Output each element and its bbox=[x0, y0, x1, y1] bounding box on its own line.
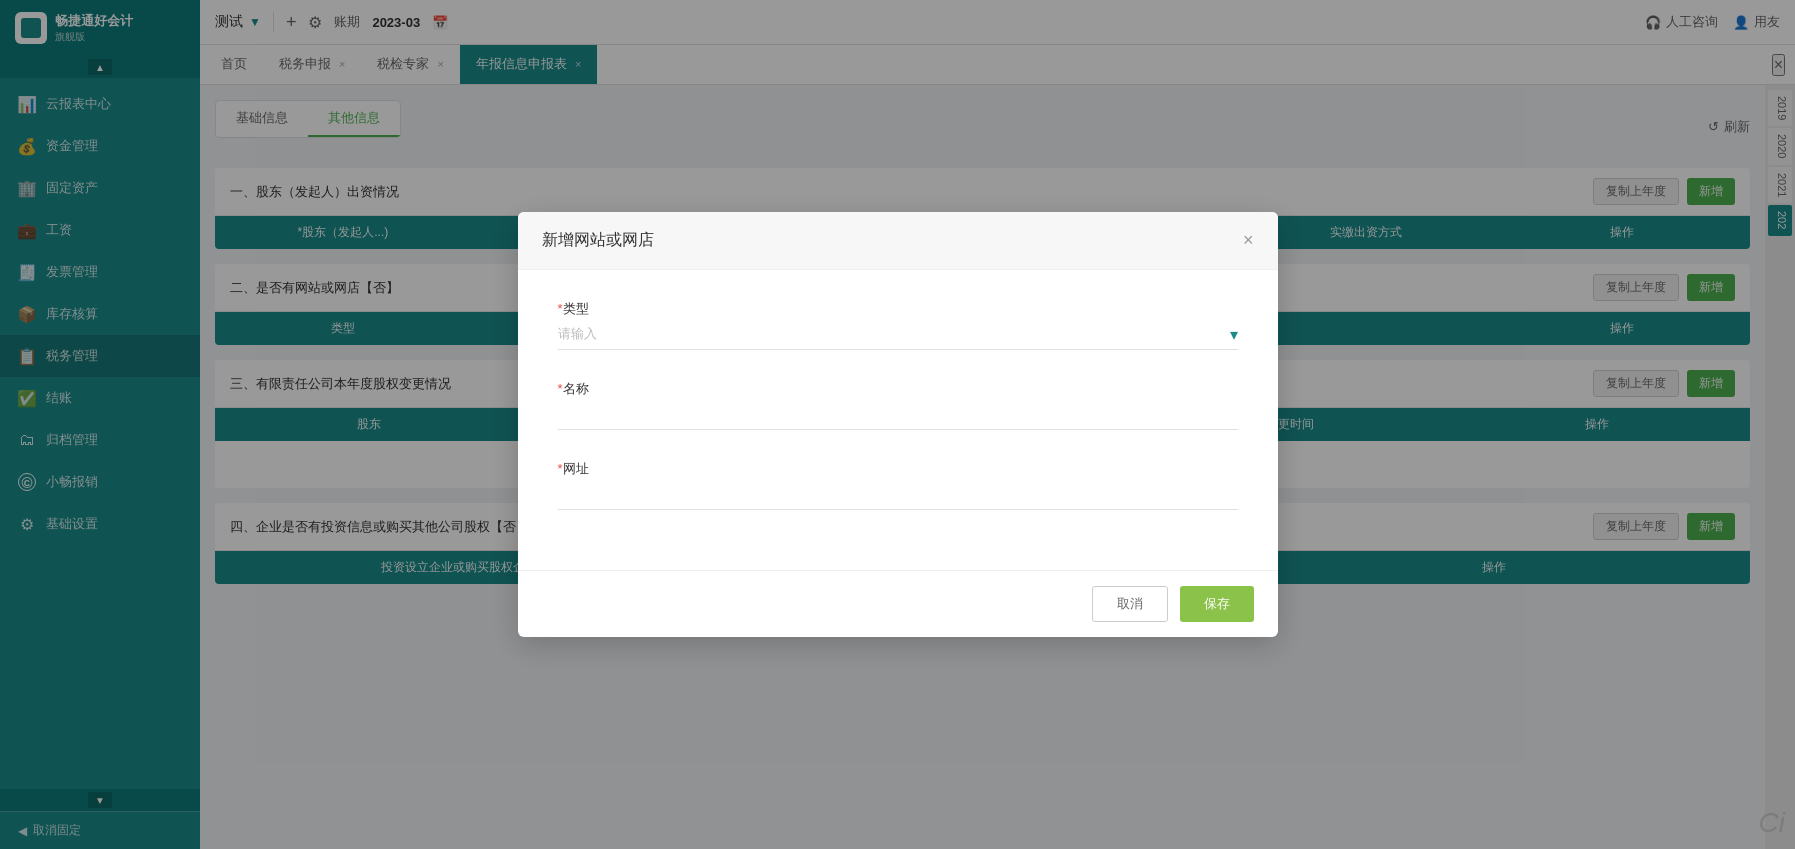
dialog-header: 新增网站或网店 × bbox=[518, 212, 1278, 270]
type-input-wrapper: ▾ bbox=[558, 318, 1238, 350]
cancel-button[interactable]: 取消 bbox=[1092, 586, 1168, 622]
url-field-label: 网址 bbox=[563, 461, 589, 476]
url-input[interactable] bbox=[558, 478, 1238, 510]
type-field-label: 类型 bbox=[563, 301, 589, 316]
type-input[interactable] bbox=[558, 318, 1238, 350]
name-input-wrapper bbox=[558, 398, 1238, 430]
dialog-overlay[interactable]: 新增网站或网店 × *类型 ▾ *名称 *网址 bbox=[0, 0, 1795, 849]
type-dropdown-arrow-icon[interactable]: ▾ bbox=[1230, 325, 1238, 344]
dialog-close-button[interactable]: × bbox=[1243, 230, 1254, 251]
dialog-body: *类型 ▾ *名称 *网址 bbox=[518, 270, 1278, 570]
form-row-type: *类型 ▾ bbox=[558, 300, 1238, 350]
save-button[interactable]: 保存 bbox=[1180, 586, 1254, 622]
name-field-label: 名称 bbox=[563, 381, 589, 396]
dialog-footer: 取消 保存 bbox=[518, 570, 1278, 637]
form-row-name: *名称 bbox=[558, 380, 1238, 430]
dialog-title: 新增网站或网店 bbox=[542, 230, 654, 251]
url-input-wrapper bbox=[558, 478, 1238, 510]
dialog-add-website: 新增网站或网店 × *类型 ▾ *名称 *网址 bbox=[518, 212, 1278, 637]
form-row-url: *网址 bbox=[558, 460, 1238, 510]
name-input[interactable] bbox=[558, 398, 1238, 430]
